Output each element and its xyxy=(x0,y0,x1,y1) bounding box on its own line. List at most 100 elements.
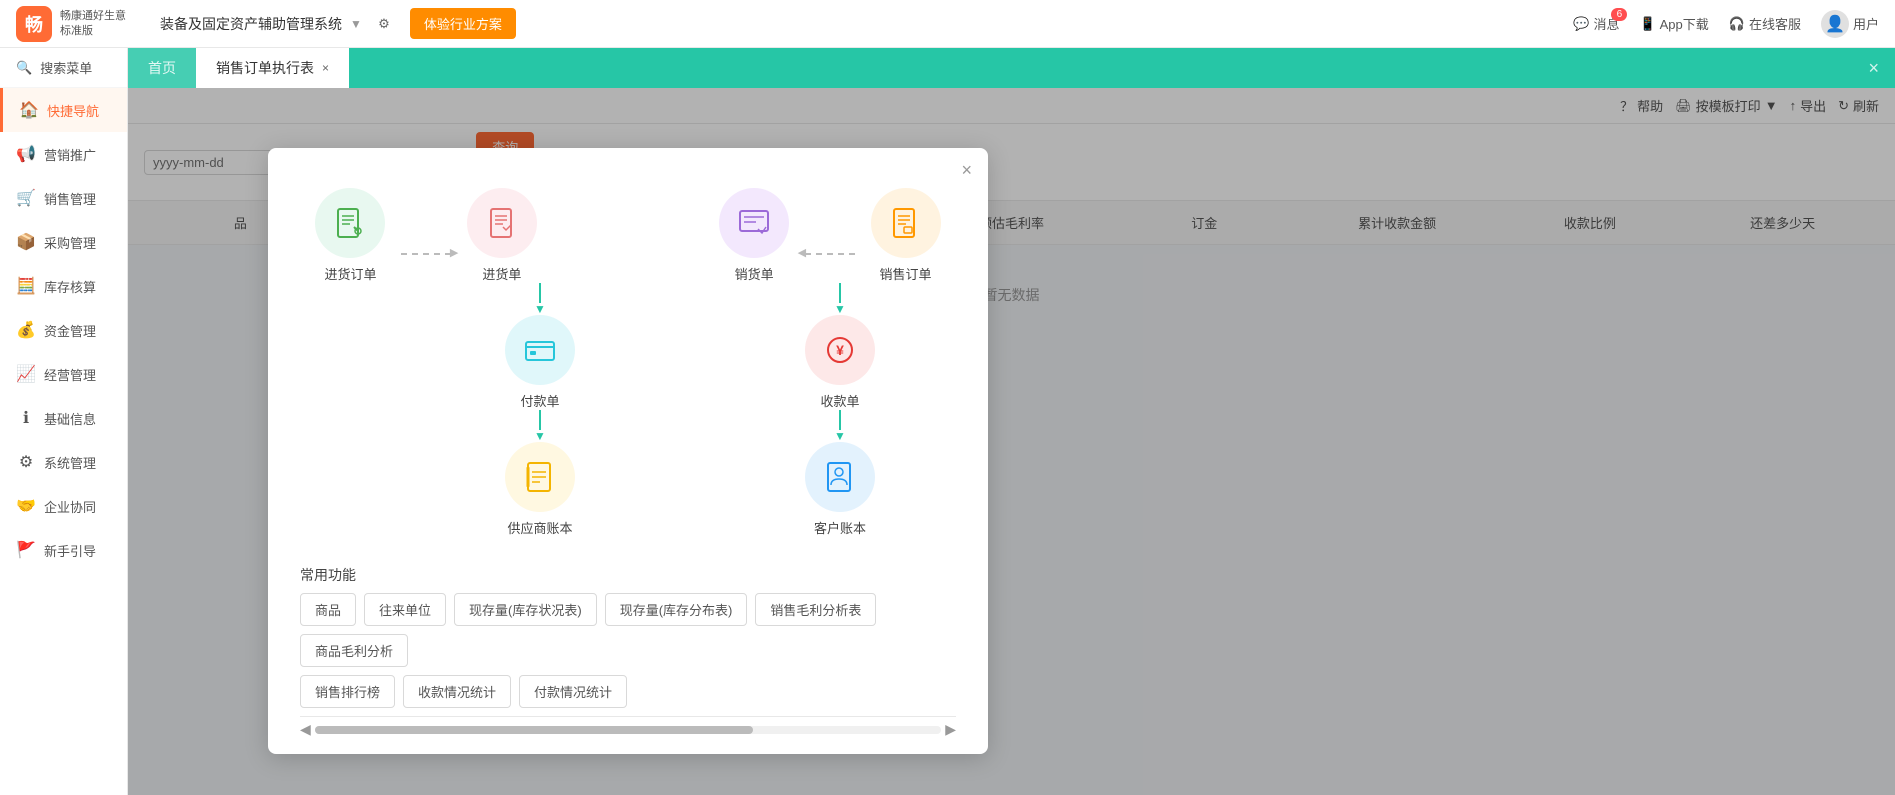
system-name: 装备及固定资产辅助管理系统 xyxy=(160,14,342,34)
sales-bill-icon xyxy=(719,188,789,258)
sidebar-item-system[interactable]: ⚙ 系统管理 xyxy=(0,440,127,484)
flow-node-sales-bill[interactable]: 销货单 xyxy=(704,188,805,283)
spacer-mid3 xyxy=(600,410,780,442)
arrow-purchase-order-to-bill: ▶ xyxy=(401,253,451,255)
sidebar-label-purchase: 采购管理 xyxy=(44,233,96,252)
app-download-button[interactable]: 📱 App下载 xyxy=(1639,14,1708,33)
scroll-area: ◀ ▶ xyxy=(300,716,956,738)
tab-close-button[interactable]: × xyxy=(322,61,329,75)
headphone-icon: 🎧 xyxy=(1729,16,1745,32)
sidebar-item-marketing[interactable]: 📢 营销推广 xyxy=(0,132,127,176)
sales-order-icon xyxy=(871,188,941,258)
megaphone-icon: 📢 xyxy=(16,144,36,164)
message-icon: 💬 xyxy=(1573,16,1589,32)
flow-node-purchase-order[interactable]: 进货订单 xyxy=(300,188,401,283)
down-arrow-payment: ▼ xyxy=(480,410,600,442)
gear-button[interactable]: ⚙ xyxy=(370,10,398,38)
scroll-track[interactable] xyxy=(315,726,941,734)
search-menu-button[interactable]: 🔍 搜索菜单 xyxy=(0,48,127,88)
sidebar-item-inventory[interactable]: 🧮 库存核算 xyxy=(0,264,127,308)
sidebar-label-basic: 基础信息 xyxy=(44,409,96,428)
system-title: 装备及固定资产辅助管理系统 ▼ xyxy=(160,14,362,34)
sidebar-item-quick[interactable]: 🏠 快捷导航 xyxy=(0,88,127,132)
sidebar: 🔍 搜索菜单 🏠 快捷导航 📢 营销推广 🛒 销售管理 📦 采购管理 🧮 xyxy=(0,48,128,795)
close-all-tabs-button[interactable]: × xyxy=(1868,58,1879,79)
online-service-label: 在线客服 xyxy=(1749,14,1801,33)
logo-icon: 畅 xyxy=(16,6,52,42)
common-functions-title: 常用功能 xyxy=(300,565,956,585)
dropdown-icon[interactable]: ▼ xyxy=(350,17,362,31)
quick-btn-sales-rank[interactable]: 销售排行榜 xyxy=(300,675,395,708)
customer-ledger-icon xyxy=(805,442,875,512)
sidebar-item-basic[interactable]: ℹ 基础信息 xyxy=(0,396,127,440)
content-body: ？ 帮助 🖨 按模板打印 ▼ ↑ 导出 ↻ xyxy=(128,88,1895,795)
chart-icon: 📈 xyxy=(16,364,36,384)
purchase-bill-label: 进货单 xyxy=(482,264,521,283)
sidebar-item-guide[interactable]: 🚩 新手引导 xyxy=(0,528,127,572)
spacer-po xyxy=(300,283,420,315)
sidebar-label-finance: 资金管理 xyxy=(44,321,96,340)
sidebar-label-operations: 经营管理 xyxy=(44,365,96,384)
quick-btn-stock-status[interactable]: 现存量(库存状况表) xyxy=(454,593,597,626)
sidebar-item-operations[interactable]: 📈 经营管理 xyxy=(0,352,127,396)
message-button[interactable]: 💬 消息 6 xyxy=(1573,14,1619,33)
phone-icon: 📱 xyxy=(1639,16,1655,32)
sales-bill-label: 销货单 xyxy=(735,264,774,283)
tab-bar: 首页 销售订单执行表 × × xyxy=(128,48,1895,88)
quick-btn-product[interactable]: 商品 xyxy=(300,593,356,626)
experience-button[interactable]: 体验行业方案 xyxy=(410,8,516,39)
purchase-order-label: 进货订单 xyxy=(324,264,376,283)
spacer-po3 xyxy=(300,410,420,442)
scroll-left-button[interactable]: ◀ xyxy=(300,721,311,738)
sidebar-item-enterprise[interactable]: 🤝 企业协同 xyxy=(0,484,127,528)
tab-sales-exec[interactable]: 销售订单执行表 × xyxy=(196,48,349,88)
quick-buttons-row1: 商品 往来单位 现存量(库存状况表) 现存量(库存分布表) 销售毛利分析表 商品… xyxy=(300,593,956,667)
common-functions-section: 常用功能 商品 往来单位 现存量(库存状况表) 现存量(库存分布表) 销售毛利分… xyxy=(300,565,956,708)
sidebar-label-marketing: 营销推广 xyxy=(44,145,96,164)
purchase-bill-icon xyxy=(467,188,537,258)
quick-btn-product-profit[interactable]: 商品毛利分析 xyxy=(300,634,408,667)
top-bar: 畅 畅康通好生意 标准版 装备及固定资产辅助管理系统 ▼ ⚙ 体验行业方案 💬 … xyxy=(0,0,1895,48)
sidebar-item-finance[interactable]: 💰 资金管理 xyxy=(0,308,127,352)
scroll-thumb xyxy=(315,726,754,734)
sidebar-label-inventory: 库存核算 xyxy=(44,277,96,296)
flow-row-arrows: ▼ ▼ xyxy=(300,283,956,315)
quick-btn-sales-profit[interactable]: 销售毛利分析表 xyxy=(755,593,876,626)
quick-buttons-row2: 销售排行榜 收款情况统计 付款情况统计 xyxy=(300,675,956,708)
tab-home-label: 首页 xyxy=(148,58,176,78)
flow-node-payment[interactable]: 付款单 xyxy=(480,315,600,410)
quick-btn-payment-stats[interactable]: 付款情况统计 xyxy=(519,675,627,708)
sidebar-item-purchase[interactable]: 📦 采购管理 xyxy=(0,220,127,264)
flow-row-payment-receipt: 付款单 ¥ 收款单 xyxy=(300,315,956,410)
flow-node-supplier-ledger[interactable]: 供应商账本 xyxy=(480,442,600,537)
flow-node-sales-order[interactable]: 销售订单 xyxy=(855,188,956,283)
down-arrow-purchase-bill: ▼ xyxy=(480,283,600,315)
wallet-icon: 💰 xyxy=(16,320,36,340)
home-icon: 🏠 xyxy=(19,100,39,120)
logo-text: 畅康通好生意 标准版 xyxy=(60,9,126,38)
sidebar-label-enterprise: 企业协同 xyxy=(44,497,96,516)
online-service-button[interactable]: 🎧 在线客服 xyxy=(1729,14,1801,33)
popup-close-button[interactable]: × xyxy=(961,160,972,181)
sidebar-label-sales: 销售管理 xyxy=(44,189,96,208)
quick-btn-stock-dist[interactable]: 现存量(库存分布表) xyxy=(605,593,748,626)
message-badge: 6 xyxy=(1611,8,1627,21)
sidebar-item-sales[interactable]: 🛒 销售管理 xyxy=(0,176,127,220)
user-avatar: 👤 xyxy=(1821,10,1849,38)
flow-node-purchase-bill[interactable]: 进货单 xyxy=(451,188,552,283)
main-area: 🔍 搜索菜单 🏠 快捷导航 📢 营销推广 🛒 销售管理 📦 采购管理 🧮 xyxy=(0,48,1895,795)
sales-order-label: 销售订单 xyxy=(880,264,932,283)
user-button[interactable]: 👤 用户 xyxy=(1821,10,1879,38)
sidebar-label-guide: 新手引导 xyxy=(44,541,96,560)
quick-btn-receipt-stats[interactable]: 收款情况统计 xyxy=(403,675,511,708)
logo-area: 畅 畅康通好生意 标准版 xyxy=(16,6,144,42)
scroll-right-button[interactable]: ▶ xyxy=(945,721,956,738)
tab-home[interactable]: 首页 xyxy=(128,48,196,88)
spacer-da3 xyxy=(420,410,480,442)
flow-row-ledgers: 供应商账本 客户账本 xyxy=(300,442,956,537)
app-download-label: App下载 xyxy=(1660,14,1709,33)
receipt-icon: ¥ xyxy=(805,315,875,385)
quick-btn-counterparty[interactable]: 往来单位 xyxy=(364,593,446,626)
flow-node-receipt[interactable]: ¥ 收款单 xyxy=(780,315,900,410)
flow-node-customer-ledger[interactable]: 客户账本 xyxy=(780,442,900,537)
